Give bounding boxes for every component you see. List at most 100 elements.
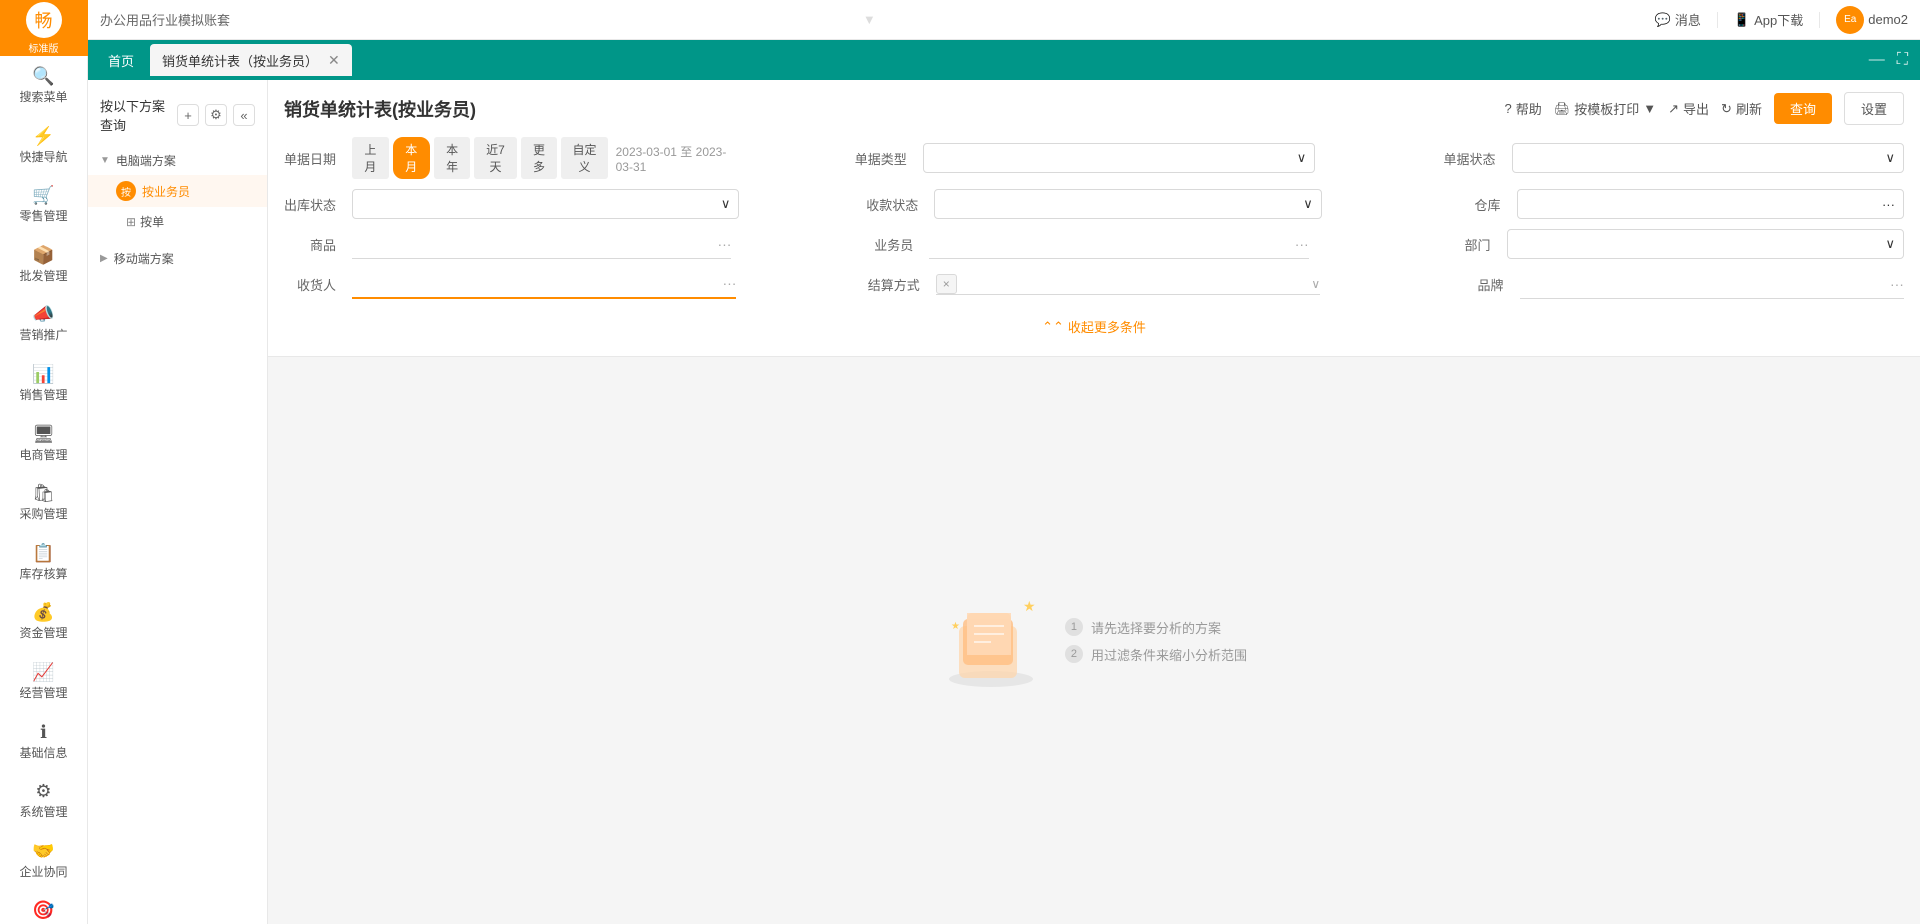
collect-status-select[interactable]: ∨ xyxy=(934,189,1321,219)
tab-sales-stat[interactable]: 销货单统计表（按业务员） ✕ xyxy=(150,44,352,76)
help-button[interactable]: ? 帮助 xyxy=(1504,99,1541,118)
tab-maximize-button[interactable]: ⛶ xyxy=(1893,47,1912,73)
sidebar-item-basic[interactable]: ℹ 基础信息 xyxy=(0,712,87,772)
consignee-dots-icon[interactable]: ··· xyxy=(722,275,736,291)
out-status-label: 出库状态 xyxy=(284,195,344,214)
out-status-select[interactable]: ∨ xyxy=(352,189,739,219)
avatar: Ea xyxy=(1836,6,1864,34)
department-select[interactable]: ∨ xyxy=(1507,229,1904,259)
sidebar-logo[interactable]: 畅 标准版 xyxy=(0,0,88,56)
last7-btn[interactable]: 近7天 xyxy=(474,137,516,179)
this-month-btn[interactable]: 本月 xyxy=(393,137,430,179)
mobile-section-header[interactable]: ▶ 移动端方案 xyxy=(88,244,267,273)
sidebar-item-finance[interactable]: 💰 资金管理 xyxy=(0,592,87,652)
warehouse-select[interactable]: ··· xyxy=(1517,189,1904,219)
tab-close-icon[interactable]: ✕ xyxy=(328,52,340,69)
scheme-by-salesperson[interactable]: 按 按业务员 xyxy=(88,175,267,207)
template-print-button[interactable]: 🖨 按模板打印 ▼ xyxy=(1554,99,1656,118)
filter-area: 单据日期 上月 本月 本年 近7天 更多 自定义 2023-03-01 至 20… xyxy=(268,125,1920,357)
sidebar-item-enterprise[interactable]: 🤝 企业协同 xyxy=(0,831,87,891)
product-input[interactable] xyxy=(352,230,713,258)
custom-btn[interactable]: 自定义 xyxy=(561,137,607,179)
tag-close-icon[interactable]: × xyxy=(943,277,950,291)
tab-sales-stat-label: 销货单统计表（按业务员） xyxy=(162,51,318,70)
topbar: 办公用品行业模拟账套 ▼ 💬 消息 📱 App下载 Ea demo2 xyxy=(88,0,1920,40)
left-panel-title: 按以下方案查询 xyxy=(100,96,177,134)
right-panel: 销货单统计表(按业务员) ? 帮助 🖨 按模板打印 ▼ ↗ 导出 xyxy=(268,80,1920,924)
tabbar: 首页 销货单统计表（按业务员） ✕ — ⛶ xyxy=(88,40,1920,80)
empty-text: 1 请先选择要分析的方案 2 用过滤条件来缩小分析范围 xyxy=(1065,618,1247,664)
this-year-btn[interactable]: 本年 xyxy=(434,137,471,179)
warehouse-label: 仓库 xyxy=(1449,195,1509,214)
tab-home[interactable]: 首页 xyxy=(96,44,146,76)
user-menu[interactable]: Ea demo2 xyxy=(1836,6,1908,34)
salesperson-dots-icon[interactable]: ··· xyxy=(1295,236,1309,252)
sidebar-item-shortcut[interactable]: ⚡ 快捷导航 xyxy=(0,116,87,176)
filter-row-3: 商品 ··· 业务员 ··· 部门 ∨ xyxy=(284,229,1904,259)
filter-row-2: 出库状态 ∨ 收款状态 ∨ 仓库 ··· xyxy=(284,189,1904,219)
add-scheme-button[interactable]: + xyxy=(177,104,199,126)
query-button[interactable]: 查询 xyxy=(1774,93,1832,124)
sidebar-item-retail[interactable]: 🛒 零售管理 xyxy=(0,175,87,235)
scheme-by-salesperson-label: 按业务员 xyxy=(142,183,190,200)
date-filter: 上月 本月 本年 近7天 更多 自定义 2023-03-01 至 2023-03… xyxy=(352,137,726,179)
collapse-button[interactable]: ⌃⌃ 收起更多条件 xyxy=(1034,309,1154,344)
doc-status-select[interactable]: ∨ xyxy=(1512,143,1904,173)
doc-status-label: 单据状态 xyxy=(1444,149,1504,168)
operation-icon: 📈 xyxy=(32,662,54,683)
collapse-panel-button[interactable]: « xyxy=(233,104,255,126)
message-icon: 💬 xyxy=(1655,12,1671,28)
sidebar-item-stock[interactable]: 📋 库存核算 xyxy=(0,533,87,593)
logo-icon: 畅 xyxy=(26,2,62,38)
empty-hint-2: 2 用过滤条件来缩小分析范围 xyxy=(1065,645,1247,664)
brand-dots-icon[interactable]: ··· xyxy=(1890,276,1904,292)
sidebar-item-guide[interactable]: 🎯 新手引导 xyxy=(0,890,87,924)
app-download-button[interactable]: 📱 App下载 xyxy=(1734,10,1803,29)
doc-type-select[interactable]: ∨ xyxy=(923,143,1315,173)
sidebar-nav: 🔍 搜索菜单 ⚡ 快捷导航 🛒 零售管理 📦 批发管理 📣 营销推广 📊 销售管… xyxy=(0,56,87,924)
doc-type-label: 单据类型 xyxy=(855,149,915,168)
sidebar-item-search[interactable]: 🔍 搜索菜单 xyxy=(0,56,87,116)
settings-button[interactable]: 设置 xyxy=(1844,92,1904,125)
content-area: 按以下方案查询 + ⚙ « ▼ 电脑端方案 按 按业务员 ⊞ xyxy=(88,80,1920,924)
message-button[interactable]: 💬 消息 xyxy=(1655,10,1701,29)
sidebar-item-sales[interactable]: 📊 销售管理 xyxy=(0,354,87,414)
edit-scheme-button[interactable]: ⚙ xyxy=(205,104,227,126)
desktop-section-header[interactable]: ▼ 电脑端方案 xyxy=(88,146,267,175)
left-panel: 按以下方案查询 + ⚙ « ▼ 电脑端方案 按 按业务员 ⊞ xyxy=(88,80,268,924)
sidebar-item-system[interactable]: ⚙ 系统管理 xyxy=(0,771,87,831)
scheme-icon: 按 xyxy=(116,181,136,201)
right-panel-header: 销货单统计表(按业务员) ? 帮助 🖨 按模板打印 ▼ ↗ 导出 xyxy=(268,80,1920,125)
sidebar-item-purchase[interactable]: 🛍 采购管理 xyxy=(0,473,87,533)
product-dots-icon[interactable]: ··· xyxy=(717,236,731,252)
sidebar-item-marketing[interactable]: 📣 营销推广 xyxy=(0,294,87,354)
more-btn[interactable]: 更多 xyxy=(521,137,558,179)
sidebar-label-finance: 资金管理 xyxy=(19,626,67,642)
scheme-by-order-label: 按单 xyxy=(140,213,164,230)
collapse-label: 收起更多条件 xyxy=(1068,317,1146,336)
brand-input[interactable] xyxy=(1520,270,1886,298)
sidebar-item-wholesale[interactable]: 📦 批发管理 xyxy=(0,235,87,295)
sidebar-label-retail: 零售管理 xyxy=(19,209,67,225)
divider xyxy=(1717,12,1718,28)
refresh-button[interactable]: ↻ 刷新 xyxy=(1721,99,1762,118)
svg-text:★: ★ xyxy=(1023,598,1036,614)
help-icon: ? xyxy=(1504,101,1511,116)
guide-icon: 🎯 xyxy=(32,900,54,921)
scheme-by-order[interactable]: ⊞ 按单 xyxy=(88,207,267,236)
consignee-input[interactable] xyxy=(352,269,718,297)
sidebar-label-ecommerce: 电商管理 xyxy=(19,448,67,464)
sidebar-label-operation: 经营管理 xyxy=(19,686,67,702)
sidebar-item-ecommerce[interactable]: 🖥 电商管理 xyxy=(0,414,87,474)
page-title: 销货单统计表(按业务员) xyxy=(284,96,476,122)
main-content: ★ ★ 1 请先选择要分析的方案 2 用过滤条件来缩小分析范围 xyxy=(268,357,1920,924)
sidebar-label-basic: 基础信息 xyxy=(19,746,67,762)
tab-minimize-button[interactable]: — xyxy=(1865,47,1889,73)
export-button[interactable]: ↗ 导出 xyxy=(1668,99,1709,118)
sidebar-item-operation[interactable]: 📈 经营管理 xyxy=(0,652,87,712)
last-month-btn[interactable]: 上月 xyxy=(352,137,389,179)
desktop-section: ▼ 电脑端方案 按 按业务员 ⊞ 按单 xyxy=(88,142,267,240)
filter-row-1: 单据日期 上月 本月 本年 近7天 更多 自定义 2023-03-01 至 20… xyxy=(284,137,1904,179)
salesperson-input[interactable] xyxy=(929,230,1290,258)
department-label: 部门 xyxy=(1439,235,1499,254)
